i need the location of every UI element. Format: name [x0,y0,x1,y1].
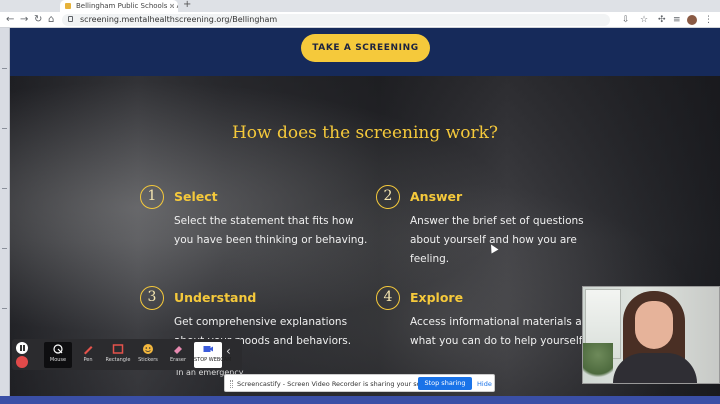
address-bar: ← → ↻ ⌂ screening.mentalhealthscreening.… [0,12,720,28]
tool-label: Eraser [169,357,186,363]
forward-icon[interactable]: → [20,13,28,27]
step-number: 3 [140,286,164,310]
extensions-icon[interactable]: ✣ [658,14,666,26]
lock-icon[interactable] [68,16,73,22]
tool-rectangle[interactable]: Rectangle [104,342,132,368]
tab-title: Bellingham Public Schools :: A [76,2,178,10]
download-icon[interactable]: ⇩ [622,14,630,26]
rectangle-icon [112,344,124,354]
new-tab-button[interactable]: + [183,0,191,10]
step-description: Answer the brief set of questions about … [410,215,584,265]
step-number: 4 [376,286,400,310]
tool-label: Pen [83,357,93,363]
ruler-tick [2,248,7,249]
tool-pen[interactable]: Pen [74,342,102,368]
header-band: TAKE A SCREENING [10,28,720,76]
tab-close-icon[interactable]: × [169,0,175,12]
step-number: 2 [376,185,400,209]
screen-sharing-bar: Screencastify - Screen Video Recorder is… [224,374,495,392]
tool-label: Mouse [49,357,67,363]
tool-mouse[interactable]: Mouse [44,342,72,368]
url-text: screening.mentalhealthscreening.org/Bell… [80,15,278,24]
step-number: 1 [140,185,164,209]
webcam-icon [203,346,213,352]
eraser-icon [174,346,182,354]
sharing-message: Screencastify - Screen Video Recorder is… [237,380,437,388]
left-ruler [0,28,10,404]
take-screening-button[interactable]: TAKE A SCREENING [301,34,430,62]
record-icon[interactable] [16,356,28,368]
ruler-tick [2,128,7,129]
tool-label: STOP WEBCAM [194,357,232,363]
hide-link[interactable]: Hide [477,375,492,393]
favicon-icon [65,3,71,9]
stop-webcam-button[interactable]: STOP WEBCAM [194,342,232,368]
taskbar-strip [0,396,720,404]
webcam-preview[interactable] [582,286,720,384]
step-description: Select the statement that fits how you h… [174,215,368,246]
ruler-tick [2,308,7,309]
pause-icon[interactable] [16,342,28,354]
recording-toolbar: Mouse Pen Rectangle Stickers Eraser STOP… [12,339,242,370]
presenter-face [635,301,673,349]
stop-sharing-button[interactable]: Stop sharing [418,377,472,390]
step-description: Access informational materials about wha… [410,316,606,347]
step-title: Understand [174,290,257,305]
bookmark-star-icon[interactable]: ☆ [640,14,648,26]
step-title: Explore [410,290,464,305]
menu-icon[interactable]: ⋮ [704,14,713,26]
reload-icon[interactable]: ↻ [34,13,42,27]
tab-bar: Bellingham Public Schools :: A × + [0,0,720,18]
drag-handle-icon[interactable] [230,380,233,388]
ruler-tick [2,68,7,69]
ruler-tick [2,188,7,189]
step-title: Select [174,189,218,204]
webcam-plant [583,343,613,383]
section-heading: How does the screening work? [231,123,498,143]
profile-avatar[interactable] [687,15,697,25]
pen-icon [84,346,93,355]
mouse-icon [53,344,63,354]
browser-tab[interactable]: Bellingham Public Schools :: A × [60,0,178,12]
reading-list-icon[interactable]: ≡ [673,14,681,26]
presenter-body [613,353,697,383]
sticker-icon [143,344,153,354]
tool-label: Rectangle [105,357,131,363]
collapse-toolbar-icon[interactable]: ‹ [226,344,231,358]
step-title: Answer [410,189,463,204]
tool-eraser[interactable]: Eraser [164,342,192,368]
tool-stickers[interactable]: Stickers [134,342,162,368]
back-icon[interactable]: ← [6,13,14,27]
tool-label: Stickers [138,357,158,363]
home-icon[interactable]: ⌂ [48,13,54,27]
